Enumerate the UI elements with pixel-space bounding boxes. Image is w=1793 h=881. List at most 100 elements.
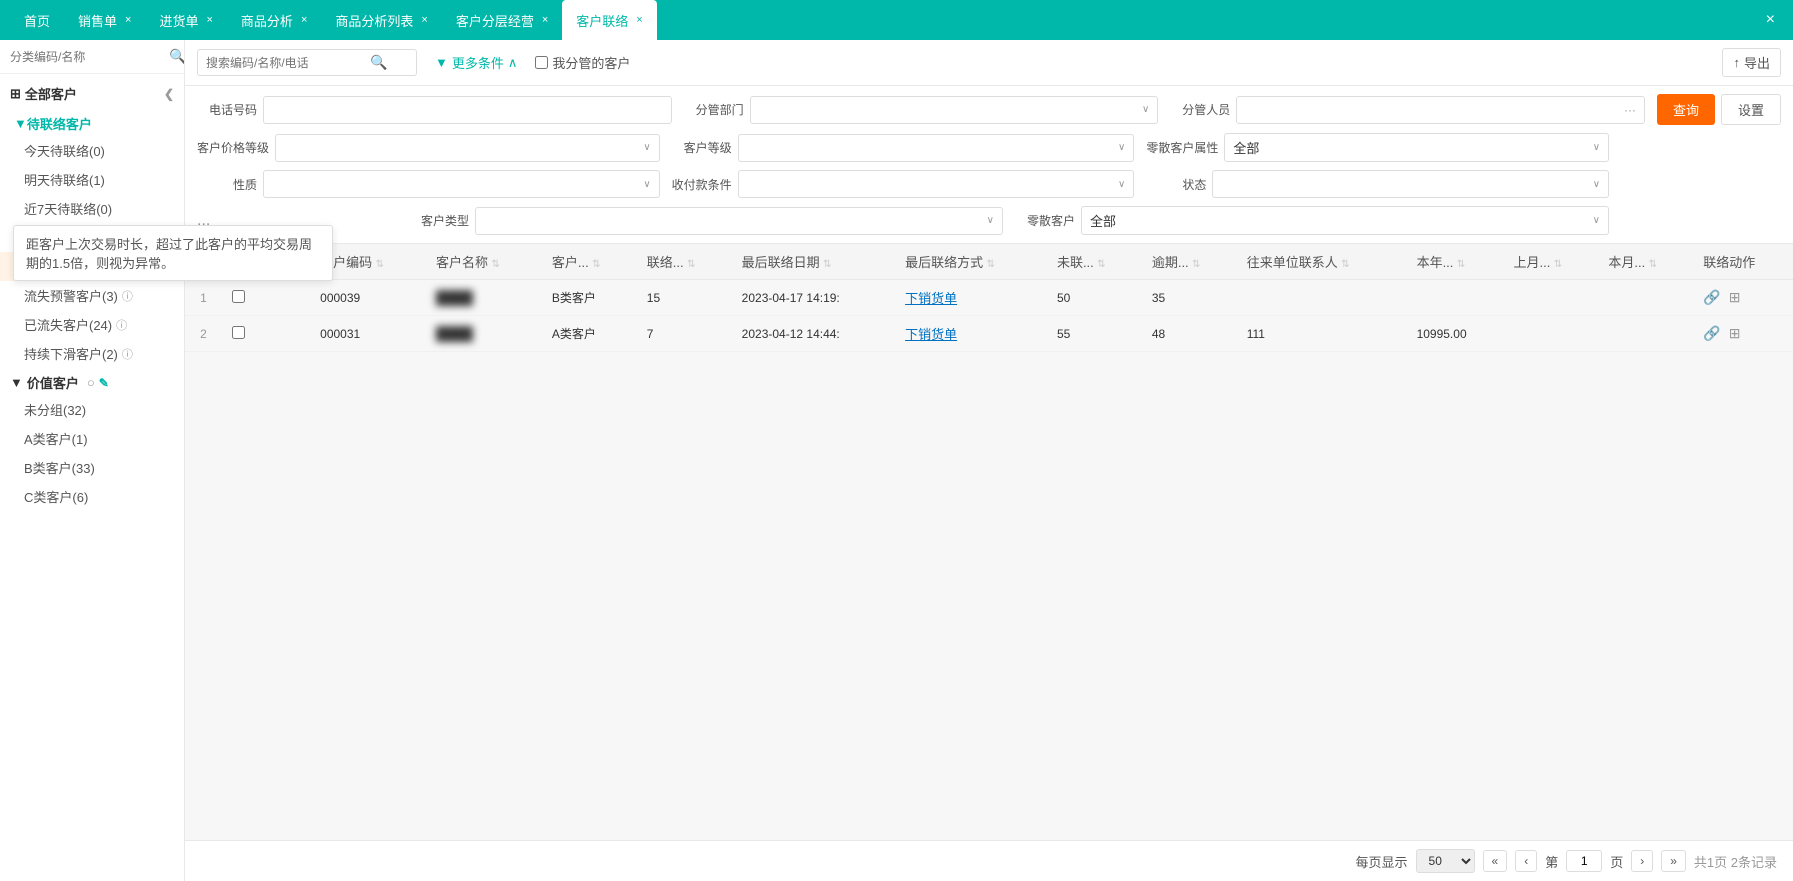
filter-row-2: 客户价格等级 ∨ 客户等级 ∨ 零散客户属性 全部 ∨ xyxy=(197,133,1781,162)
close-product-list-tab[interactable]: × xyxy=(421,14,427,26)
nav-tab-customer-segment[interactable]: 客户分层经营 × xyxy=(442,0,562,40)
action-link-icon[interactable]: 🔗 xyxy=(1703,325,1720,342)
sidebar-item-b-class[interactable]: B类客户(33) xyxy=(0,453,184,482)
sidebar-item-7days[interactable]: 近7天待联络(0) xyxy=(0,194,184,223)
my-customer-checkbox[interactable] xyxy=(535,56,548,69)
retail-attr-select[interactable]: 全部 ∨ xyxy=(1224,133,1609,162)
my-customer-checkbox-wrap[interactable]: 我分管的客户 xyxy=(535,53,630,72)
page-size-label: 每页显示 xyxy=(1356,852,1408,871)
next-page-btn[interactable]: › xyxy=(1631,850,1653,872)
sidebar-search-row: 🔍 xyxy=(0,40,184,74)
status-select[interactable]: ∨ xyxy=(1212,170,1609,198)
nav-tab-product-list[interactable]: 商品分析列表 × xyxy=(321,0,441,40)
close-sales-tab[interactable]: × xyxy=(125,14,131,26)
sidebar-search-icon[interactable]: 🔍 xyxy=(169,48,185,65)
cell-this-year xyxy=(1407,280,1504,316)
cell-category: B类客户 xyxy=(542,280,637,316)
price-level-select[interactable]: ∨ xyxy=(275,134,660,162)
action-grid-icon[interactable]: ⊞ xyxy=(1729,325,1741,342)
sidebar-search-input[interactable] xyxy=(10,50,165,64)
action-link-icon[interactable]: 🔗 xyxy=(1703,289,1720,306)
th-category-label: 客户... xyxy=(552,255,589,270)
last-page-btn[interactable]: » xyxy=(1661,850,1686,872)
sidebar-item-churned[interactable]: 已流失客户(24) ⓘ xyxy=(0,310,184,339)
sidebar-item-c-class[interactable]: C类客户(6) xyxy=(0,482,184,511)
th-last-date[interactable]: 最后联络日期 ⇅ xyxy=(732,244,895,280)
sort-contact-person-icon: ⇅ xyxy=(1341,259,1349,270)
sort-name-icon: ⇅ xyxy=(491,259,499,270)
cell-last-method[interactable]: 下销货单 xyxy=(895,316,1047,352)
th-category[interactable]: 客户... ⇅ xyxy=(542,244,637,280)
query-button[interactable]: 查询 xyxy=(1657,94,1715,125)
search-input[interactable] xyxy=(206,56,366,70)
close-customer-contact-tab[interactable]: × xyxy=(636,14,642,26)
sidebar-edit-icon[interactable]: ✎ xyxy=(99,376,109,390)
th-overdue[interactable]: 逾期... ⇅ xyxy=(1142,244,1237,280)
retail-customer-select[interactable]: 全部 ∨ xyxy=(1081,206,1609,235)
table-scroll-wrap: ⚙ 客户编码 ⇅ 客户名称 ⇅ 客户... ⇅ xyxy=(185,244,1793,881)
customer-type-select[interactable]: ∨ xyxy=(475,207,1003,235)
filter-dept: 分管部门 ∨ xyxy=(684,96,1159,124)
th-last-month[interactable]: 上月... ⇅ xyxy=(1504,244,1599,280)
filter-row-3: 性质 ∨ 收付款条件 ∨ 状态 ∨ xyxy=(197,170,1781,198)
th-this-month[interactable]: 本月... ⇅ xyxy=(1598,244,1693,280)
page-input[interactable] xyxy=(1566,850,1602,872)
phone-input[interactable] xyxy=(263,96,672,124)
manager-select[interactable]: ··· xyxy=(1236,96,1645,124)
sidebar-content: ⊞ 全部客户 ❮ ▼ 待联络客户 今天待联络(0) 明天待联络(1) 近7天待联… xyxy=(0,74,184,881)
nav-close-btn[interactable]: × xyxy=(1758,11,1783,29)
th-contact-person[interactable]: 往来单位联系人 ⇅ xyxy=(1237,244,1407,280)
th-this-year[interactable]: 本年... ⇅ xyxy=(1407,244,1504,280)
cell-spacer xyxy=(268,316,311,352)
nav-tab-purchase[interactable]: 进货单 × xyxy=(145,0,226,40)
filter-row-1: 电话号码 分管部门 ∨ 分管人员 ··· 查询 设置 xyxy=(197,94,1781,125)
nav-tab-home[interactable]: 首页 xyxy=(10,0,64,40)
sort-last-date-icon: ⇅ xyxy=(823,259,831,270)
sidebar-all-customers[interactable]: ⊞ 全部客户 ❮ xyxy=(0,78,184,109)
export-button[interactable]: ↑ 导出 xyxy=(1722,48,1781,77)
main-table: ⚙ 客户编码 ⇅ 客户名称 ⇅ 客户... ⇅ xyxy=(185,244,1793,352)
sidebar-item-a-class[interactable]: A类客户(1) xyxy=(0,424,184,453)
action-grid-icon[interactable]: ⊞ xyxy=(1729,289,1741,306)
collapse-icon[interactable]: ❮ xyxy=(164,87,174,101)
th-name[interactable]: 客户名称 ⇅ xyxy=(426,244,542,280)
nav-tab-sales[interactable]: 销售单 × xyxy=(64,0,145,40)
th-last-method-label: 最后联络方式 xyxy=(905,255,983,270)
close-purchase-tab[interactable]: × xyxy=(206,14,212,26)
close-product-analysis-tab[interactable]: × xyxy=(301,14,307,26)
payment-select[interactable]: ∨ xyxy=(738,170,1135,198)
gender-select[interactable]: ∨ xyxy=(263,170,660,198)
first-page-btn[interactable]: « xyxy=(1483,850,1508,872)
nav-tab-product-analysis[interactable]: 商品分析 × xyxy=(227,0,321,40)
sidebar-item-ungrouped[interactable]: 未分组(32) xyxy=(0,395,184,424)
search-icon-btn[interactable]: 🔍 xyxy=(370,54,387,71)
filter-more-btn[interactable]: ▼ 更多条件 ∧ xyxy=(427,49,525,76)
th-not-contacted-label: 未联... xyxy=(1057,255,1094,270)
cell-last-month xyxy=(1504,280,1599,316)
close-customer-segment-tab[interactable]: × xyxy=(542,14,548,26)
main-layout: 🔍 ⊞ 全部客户 ❮ ▼ 待联络客户 今天待联络(0) 明天待联络(1) 近7天… xyxy=(0,40,1793,881)
filter-gender: 性质 ∨ xyxy=(197,170,660,198)
th-not-contacted[interactable]: 未联... ⇅ xyxy=(1047,244,1142,280)
cell-checkbox[interactable] xyxy=(222,316,268,352)
sidebar-item-declining[interactable]: 持续下滑客户(2) ⓘ xyxy=(0,339,184,368)
customer-level-select[interactable]: ∨ xyxy=(738,134,1135,162)
filter-customer-level: 客户等级 ∨ xyxy=(672,134,1135,162)
dept-select[interactable]: ∨ xyxy=(750,96,1159,124)
cell-last-method[interactable]: 下销货单 xyxy=(895,280,1047,316)
settings-button[interactable]: 设置 xyxy=(1721,94,1781,125)
page-size-select[interactable]: 50 100 200 xyxy=(1416,849,1475,873)
cell-checkbox[interactable] xyxy=(222,280,268,316)
prev-page-btn[interactable]: ‹ xyxy=(1515,850,1537,872)
cell-this-year: 10995.00 xyxy=(1407,316,1504,352)
filter-phone: 电话号码 xyxy=(197,96,672,124)
sidebar-item-tomorrow[interactable]: 明天待联络(1) xyxy=(0,165,184,194)
th-last-method[interactable]: 最后联络方式 ⇅ xyxy=(895,244,1047,280)
sidebar: 🔍 ⊞ 全部客户 ❮ ▼ 待联络客户 今天待联络(0) 明天待联络(1) 近7天… xyxy=(0,40,185,881)
sidebar-item-churn-warning[interactable]: 流失预警客户(3) ⓘ xyxy=(0,281,184,310)
th-contact[interactable]: 联络... ⇅ xyxy=(637,244,732,280)
sidebar-item-today[interactable]: 今天待联络(0) xyxy=(0,136,184,165)
pagination: 每页显示 50 100 200 « ‹ 第 页 › » 共1页 2条记录 xyxy=(185,840,1793,881)
cell-contact: 15 xyxy=(637,280,732,316)
nav-tab-customer-contact[interactable]: 客户联络 × xyxy=(562,0,656,40)
